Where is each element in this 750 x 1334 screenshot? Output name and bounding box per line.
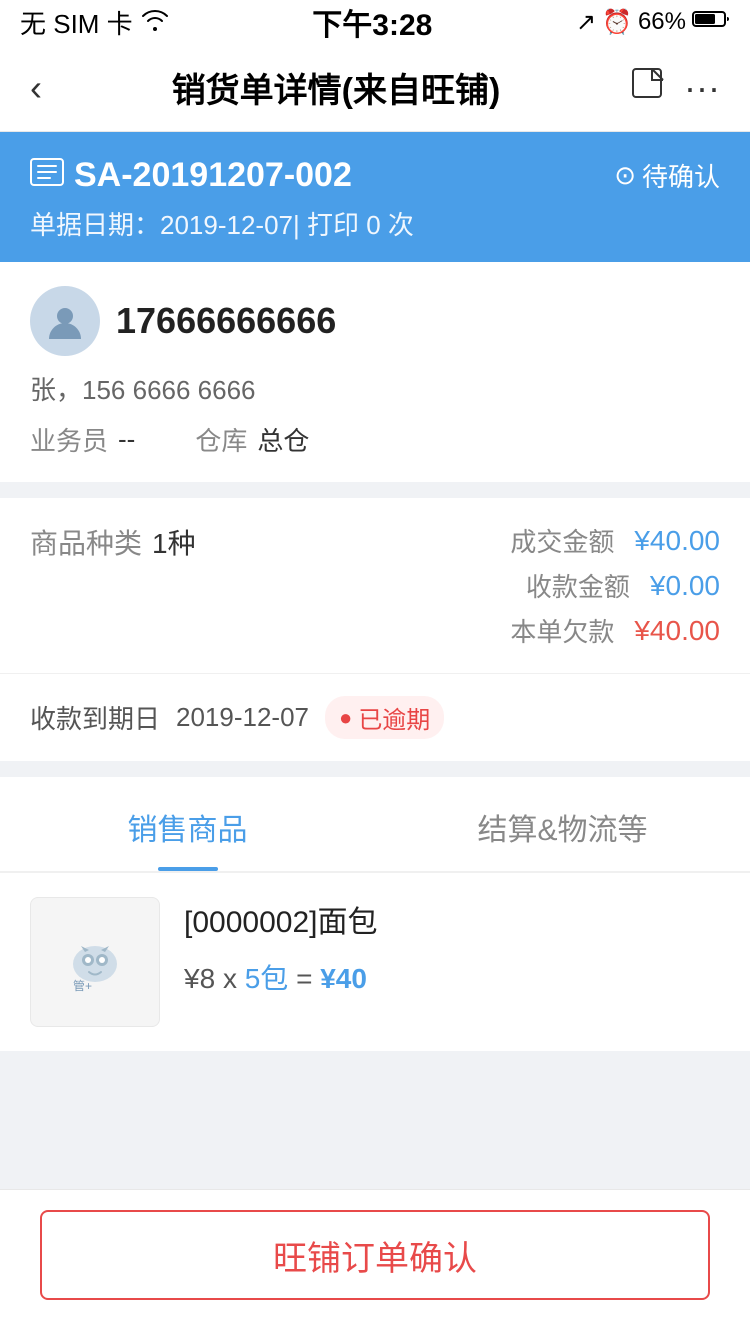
customer-row: 17666666666: [30, 286, 720, 356]
sales-meta: 业务员 --: [30, 421, 135, 458]
carrier-label: 无 SIM 卡: [20, 4, 133, 41]
product-qty: 5包: [245, 963, 289, 994]
price-unit: ¥8: [184, 963, 215, 994]
product-info: [0000002]面包 ¥8 x 5包 = ¥40: [184, 897, 720, 997]
nav-right: ···: [630, 66, 720, 109]
order-icon: [30, 156, 64, 195]
customer-phone: 17666666666: [116, 300, 336, 342]
received-label: 收款金额: [526, 567, 630, 604]
wifi-icon: [141, 7, 169, 38]
nav-left: ‹: [30, 67, 42, 109]
product-thumbnail: 管+: [30, 897, 160, 1027]
owed-label: 本单欠款: [510, 612, 614, 649]
divider-1: [0, 482, 750, 498]
alarm-icon: ⏰: [602, 8, 632, 37]
order-id-text: SA-20191207-002: [74, 156, 352, 195]
due-date-value: 2019-12-07: [176, 702, 309, 733]
transaction-label: 成交金额: [510, 522, 614, 559]
customer-name: 张，156 6666 6666: [30, 370, 720, 407]
order-status-text: 待确认: [642, 157, 720, 194]
status-clock-icon: ⊙: [614, 160, 636, 191]
product-type-value: 1种: [152, 522, 196, 562]
more-button[interactable]: ···: [684, 67, 720, 109]
due-date-label: 收款到期日: [30, 699, 160, 736]
status-right: ↗ ⏰ 66%: [576, 8, 730, 37]
due-date-section: 收款到期日 2019-12-07 ● 已逾期: [0, 673, 750, 761]
confirm-order-button[interactable]: 旺铺订单确认: [40, 1210, 710, 1300]
transaction-row: 成交金额 ¥40.00: [510, 522, 720, 559]
warehouse-label: 仓库: [195, 421, 247, 458]
summary-section: 商品种类 1种 成交金额 ¥40.00 收款金额 ¥0.00 本单欠款 ¥40.…: [0, 498, 750, 673]
svg-text:管+: 管+: [73, 978, 92, 992]
transaction-value: ¥40.00: [634, 525, 720, 557]
status-bar: 无 SIM 卡 下午3:28 ↗ ⏰ 66%: [0, 0, 750, 44]
tab-settlement-logistics[interactable]: 结算&物流等: [375, 777, 750, 871]
order-header: SA-20191207-002 ⊙ 待确认 单据日期：2019-12-07| 打…: [0, 132, 750, 262]
order-id: SA-20191207-002: [30, 156, 352, 195]
summary-right: 成交金额 ¥40.00 收款金额 ¥0.00 本单欠款 ¥40.00: [510, 522, 720, 649]
bottom-bar: 旺铺订单确认: [0, 1189, 750, 1334]
overdue-icon: ●: [339, 705, 352, 731]
received-row: 收款金额 ¥0.00: [526, 567, 720, 604]
customer-section: 17666666666 张，156 6666 6666 业务员 -- 仓库 总仓: [0, 262, 750, 482]
customer-meta: 业务员 -- 仓库 总仓: [30, 421, 720, 458]
product-name: [0000002]面包: [184, 897, 720, 941]
summary-left: 商品种类 1种: [30, 522, 196, 562]
owed-value: ¥40.00: [634, 615, 720, 647]
warehouse-value: 总仓: [257, 421, 309, 458]
product-type-label: 商品种类: [30, 522, 142, 562]
order-status: ⊙ 待确认: [614, 157, 720, 194]
time-display: 下午3:28: [312, 0, 432, 44]
battery-icon: [692, 8, 730, 36]
product-price: ¥8 x 5包 = ¥40: [184, 957, 720, 997]
overdue-badge: ● 已逾期: [325, 696, 444, 739]
order-id-row: SA-20191207-002 ⊙ 待确认: [30, 156, 720, 195]
price-separator: x: [223, 963, 245, 994]
equals-sign: =: [296, 963, 320, 994]
nav-bar: ‹ 销货单详情(来自旺铺) ···: [0, 44, 750, 132]
tabs-section: 销售商品 结算&物流等: [0, 777, 750, 873]
status-left: 无 SIM 卡: [20, 4, 169, 41]
battery-label: 66%: [638, 8, 686, 36]
location-icon: ↗: [576, 8, 596, 37]
received-value: ¥0.00: [650, 570, 720, 602]
back-button[interactable]: ‹: [30, 67, 42, 109]
page-title: 销货单详情(来自旺铺): [172, 63, 501, 112]
sales-value: --: [118, 424, 135, 455]
sales-label: 业务员: [30, 421, 108, 458]
product-total: ¥40: [320, 963, 367, 994]
overdue-text: 已逾期: [358, 700, 430, 735]
tab-sales-products[interactable]: 销售商品: [0, 777, 375, 871]
order-date: 单据日期：2019-12-07| 打印 0 次: [30, 205, 720, 242]
warehouse-meta: 仓库 总仓: [195, 421, 309, 458]
product-section: 管+ [0000002]面包 ¥8 x 5包 = ¥40: [0, 873, 750, 1051]
owed-row: 本单欠款 ¥40.00: [510, 612, 720, 649]
export-button[interactable]: [630, 66, 664, 109]
avatar: [30, 286, 100, 356]
